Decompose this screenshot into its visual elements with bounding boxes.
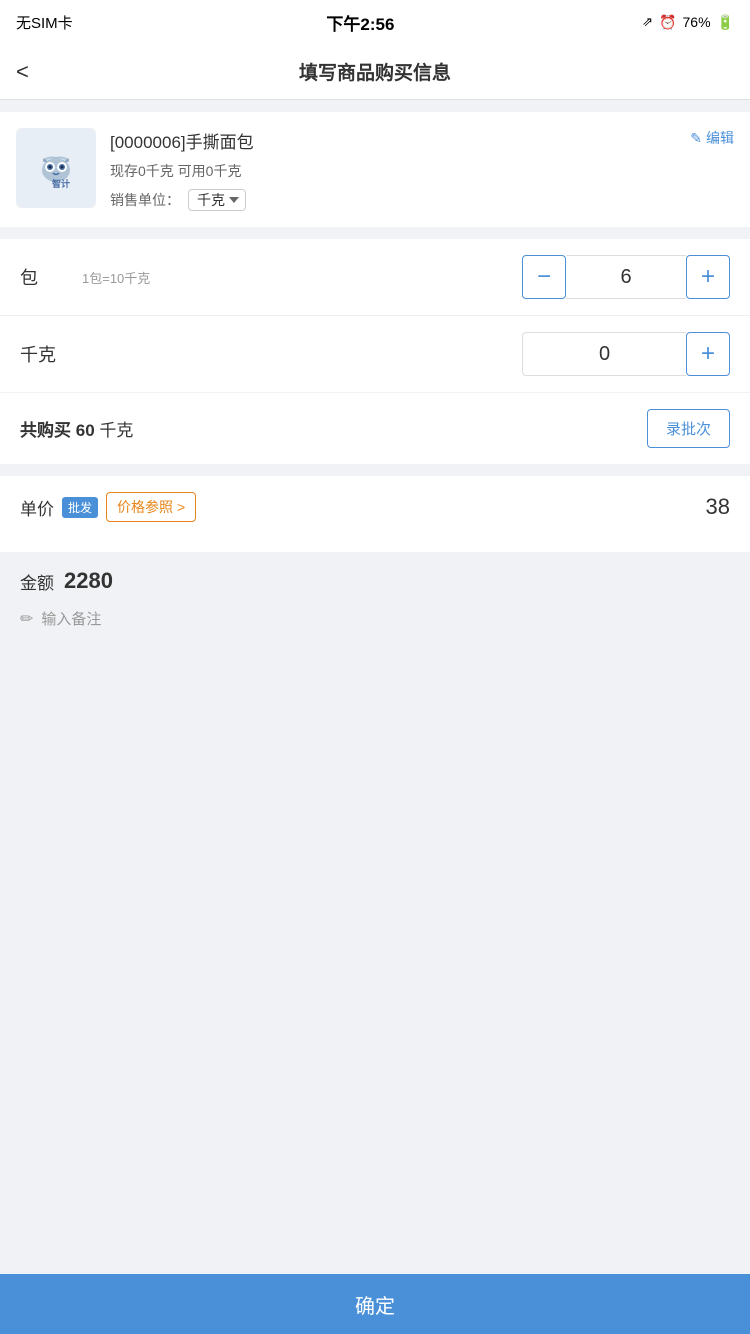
price-label: 单价 xyxy=(20,495,54,520)
quantity-section: 包 1包=10千克 − + 千克 + xyxy=(0,239,750,392)
quantity-row-bag: 包 1包=10千克 − + xyxy=(0,239,750,316)
amount-value: 2280 xyxy=(64,568,113,594)
pencil-icon: ✏ xyxy=(20,609,33,629)
total-prefix: 共购买 xyxy=(20,421,71,440)
edit-icon: ✎ xyxy=(690,130,702,147)
price-tag: 批发 xyxy=(62,497,98,518)
quantity-row-kg: 千克 + xyxy=(0,316,750,392)
quantity-input-bag[interactable] xyxy=(566,255,686,299)
increment-kg-button[interactable]: + xyxy=(686,332,730,376)
quantity-label-kg: 千克 xyxy=(20,341,70,367)
status-right: ⇗ ⏰ 76% 🔋 xyxy=(642,14,734,31)
increment-bag-button[interactable]: + xyxy=(686,255,730,299)
product-stock: 现存0千克 可用0千克 xyxy=(110,161,734,181)
price-ref-button[interactable]: 价格参照 > xyxy=(106,492,196,522)
price-section: 单价 批发 价格参照 > 38 xyxy=(0,476,750,552)
remark-row[interactable]: ✏ 输入备注 xyxy=(20,608,730,629)
confirm-button[interactable]: 确定 xyxy=(0,1274,750,1334)
remark-text: 输入备注 xyxy=(41,608,101,629)
battery-icon: 🔋 xyxy=(717,14,734,31)
total-section: 共购买 60 千克 录批次 xyxy=(0,393,750,464)
back-button[interactable]: < xyxy=(16,59,29,85)
product-image: 智计 xyxy=(16,128,96,208)
alarm-icon: ⏰ xyxy=(659,14,676,31)
price-left: 单价 批发 价格参照 > xyxy=(20,492,196,522)
price-row: 单价 批发 价格参照 > 38 xyxy=(20,492,730,522)
amount-section: 金额 2280 ✏ 输入备注 xyxy=(0,552,750,639)
price-value: 38 xyxy=(706,494,730,520)
batch-button[interactable]: 录批次 xyxy=(647,409,730,448)
unit-label: 销售单位： xyxy=(110,190,180,210)
total-text: 共购买 60 千克 xyxy=(20,416,133,441)
amount-label: 金额 xyxy=(20,569,54,594)
carrier-text: 无SIM卡 xyxy=(16,12,73,33)
unit-select[interactable]: 千克 包 xyxy=(188,189,246,211)
decrement-bag-button[interactable]: − xyxy=(522,255,566,299)
product-card: 智计 [0000006]手撕面包 现存0千克 可用0千克 销售单位： 千克 包 … xyxy=(0,112,750,227)
edit-label: 编辑 xyxy=(706,128,734,148)
quantity-controls-kg: + xyxy=(522,332,730,376)
quantity-controls-bag: − + xyxy=(522,255,730,299)
location-icon: ⇗ xyxy=(642,14,653,30)
product-info: [0000006]手撕面包 现存0千克 可用0千克 销售单位： 千克 包 xyxy=(110,128,734,211)
page-title: 填写商品购买信息 xyxy=(299,58,451,85)
price-ref-label: 价格参照 xyxy=(117,497,173,517)
status-left: 无SIM卡 xyxy=(16,12,79,33)
svg-text:智计: 智计 xyxy=(52,178,70,189)
amount-row: 金额 2280 xyxy=(20,568,730,594)
quantity-input-kg[interactable] xyxy=(522,332,686,376)
quantity-hint-bag: 1包=10千克 xyxy=(82,268,510,287)
status-time: 下午2:56 xyxy=(326,10,394,35)
product-unit-row: 销售单位： 千克 包 xyxy=(110,189,734,211)
edit-button[interactable]: ✎ 编辑 xyxy=(690,128,734,148)
price-ref-arrow: > xyxy=(177,499,185,515)
product-name: [0000006]手撕面包 xyxy=(110,128,734,153)
status-bar: 无SIM卡 下午2:56 ⇗ ⏰ 76% 🔋 xyxy=(0,0,750,44)
battery-text: 76% xyxy=(683,14,711,30)
gray-area xyxy=(0,639,750,939)
nav-bar: < 填写商品购买信息 xyxy=(0,44,750,100)
total-row: 共购买 60 千克 录批次 xyxy=(0,393,750,464)
quantity-label-bag: 包 xyxy=(20,264,70,290)
